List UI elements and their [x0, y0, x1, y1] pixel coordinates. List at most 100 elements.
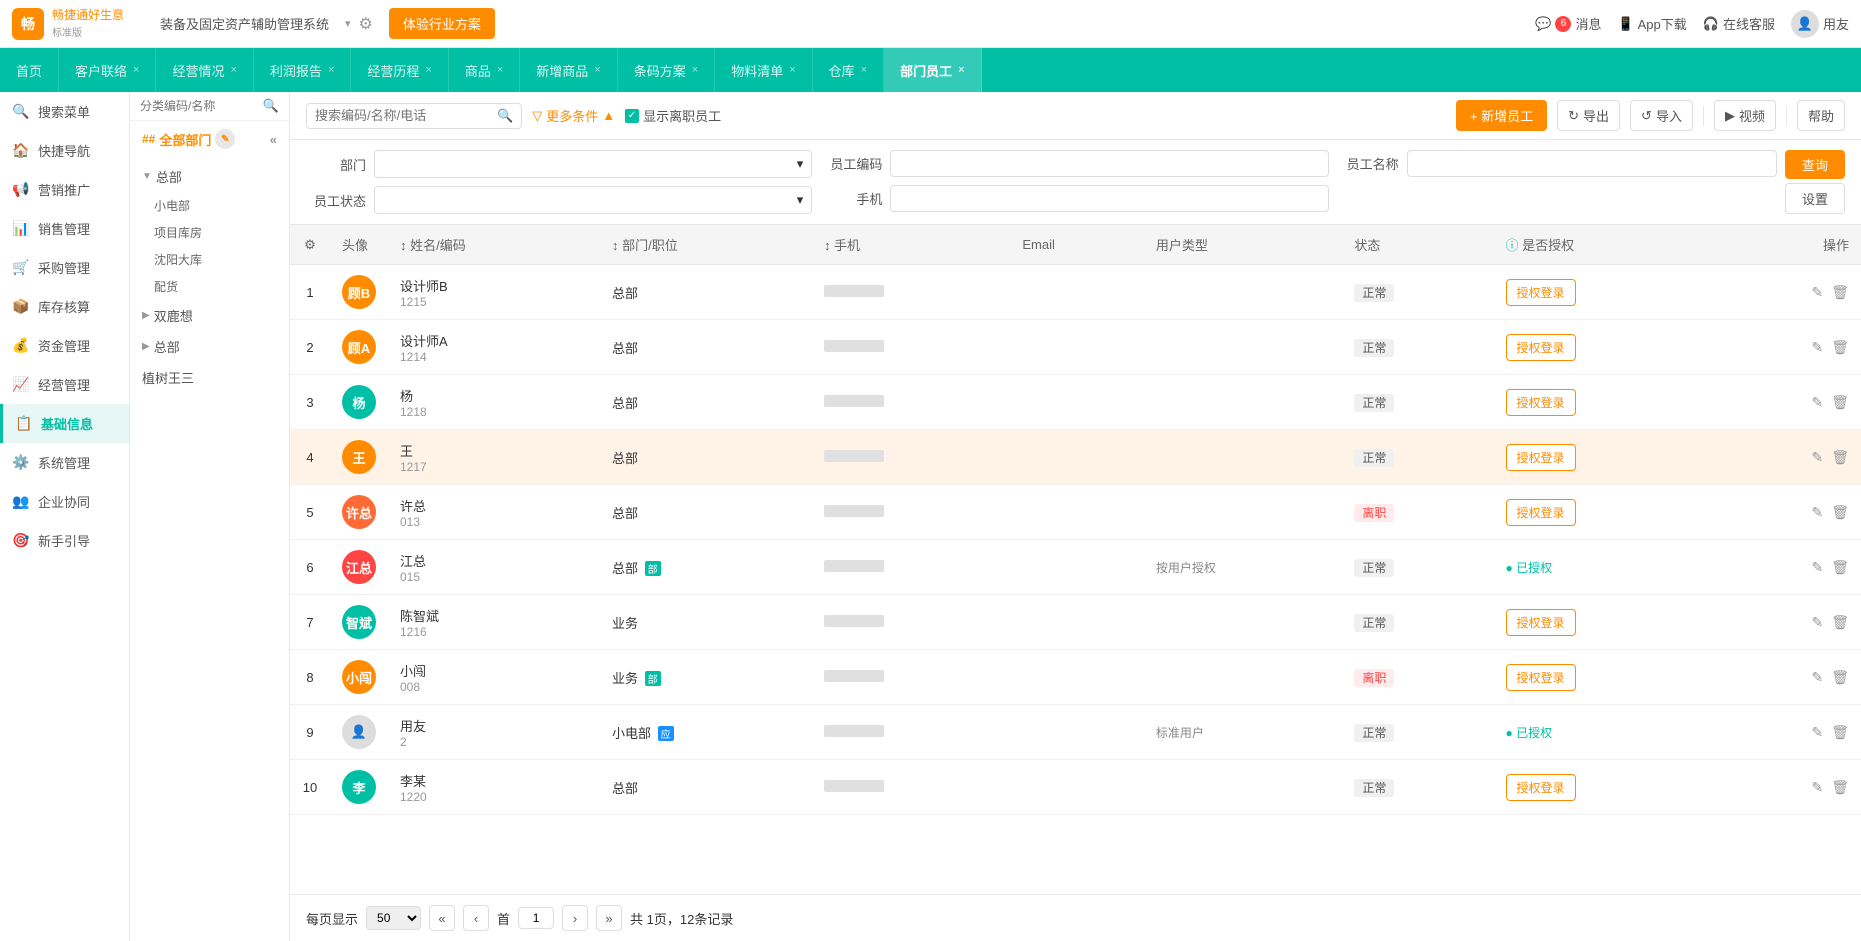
- dept-collapse-icon[interactable]: «: [270, 132, 277, 147]
- close-tab-icon[interactable]: ×: [133, 64, 139, 76]
- authorize-button[interactable]: 授权登录: [1506, 389, 1576, 416]
- tab-customer[interactable]: 客户联络 ×: [59, 48, 156, 92]
- dept-group-header-zhishu[interactable]: 植树王三: [130, 362, 289, 393]
- delete-icon[interactable]: 🗑: [1831, 559, 1849, 576]
- phone-input[interactable]: [890, 185, 1328, 212]
- search-input[interactable]: [315, 108, 491, 123]
- emp-status-select[interactable]: ▾: [374, 186, 812, 214]
- authorize-button[interactable]: 授权登录: [1506, 774, 1576, 801]
- authorize-button[interactable]: 授权登录: [1506, 334, 1576, 361]
- sidebar-item-sales[interactable]: 📊 销售管理: [0, 209, 129, 248]
- tab-warehouse[interactable]: 仓库 ×: [813, 48, 884, 92]
- tab-dept-staff[interactable]: 部门员工 ×: [884, 48, 981, 92]
- edit-icon[interactable]: ✎: [1811, 339, 1823, 356]
- dept-select[interactable]: ▾: [374, 150, 812, 178]
- th-name[interactable]: ↕ 姓名/编码: [388, 225, 600, 265]
- dept-child-project[interactable]: 项目库房: [130, 219, 289, 246]
- close-tab-icon[interactable]: ×: [230, 64, 236, 76]
- next-page-button[interactable]: ›: [562, 905, 588, 931]
- close-tab-icon[interactable]: ×: [861, 64, 867, 76]
- tab-new-goods[interactable]: 新增商品 ×: [520, 48, 617, 92]
- dept-child-xiaodian[interactable]: 小电部: [130, 192, 289, 219]
- delete-icon[interactable]: 🗑: [1831, 779, 1849, 796]
- add-employee-button[interactable]: + 新增员工: [1456, 100, 1547, 131]
- show-resigned-toggle[interactable]: ✓ 显示离职员工: [625, 106, 721, 125]
- edit-icon[interactable]: ✎: [1811, 284, 1823, 301]
- tab-profit[interactable]: 利润报告 ×: [254, 48, 351, 92]
- dept-edit-icon[interactable]: ✎: [215, 129, 235, 149]
- th-phone[interactable]: ↕ 手机: [812, 225, 1010, 265]
- sidebar-item-search[interactable]: 🔍 搜索菜单: [0, 92, 129, 131]
- per-page-select[interactable]: 50 20 100: [366, 906, 421, 930]
- search-button[interactable]: 查询: [1785, 150, 1845, 179]
- tab-bom[interactable]: 物料清单 ×: [715, 48, 812, 92]
- export-button[interactable]: ↻ 导出: [1557, 100, 1620, 131]
- sidebar-item-mgmt[interactable]: 📈 经营管理: [0, 365, 129, 404]
- try-industry-button[interactable]: 体验行业方案: [389, 8, 495, 39]
- edit-icon[interactable]: ✎: [1811, 724, 1823, 741]
- edit-icon[interactable]: ✎: [1811, 559, 1823, 576]
- authorize-button[interactable]: 授权登录: [1506, 444, 1576, 471]
- th-auth[interactable]: ⓘ 是否授权: [1494, 225, 1716, 265]
- first-page-button[interactable]: «: [429, 905, 455, 931]
- sidebar-item-collab[interactable]: 👥 企业协同: [0, 482, 129, 521]
- close-tab-icon[interactable]: ×: [789, 64, 795, 76]
- video-button[interactable]: ▶ 视频: [1714, 100, 1776, 131]
- sidebar-item-marketing[interactable]: 📢 营销推广: [0, 170, 129, 209]
- delete-icon[interactable]: 🗑: [1831, 614, 1849, 631]
- prev-page-button[interactable]: ‹: [463, 905, 489, 931]
- user-menu[interactable]: 👤 用友: [1791, 10, 1849, 38]
- service-button[interactable]: 🎧 在线客服: [1703, 14, 1775, 33]
- delete-icon[interactable]: 🗑: [1831, 504, 1849, 521]
- close-tab-icon[interactable]: ×: [497, 64, 503, 76]
- search-icon[interactable]: 🔍: [497, 108, 513, 124]
- edit-icon[interactable]: ✎: [1811, 504, 1823, 521]
- sidebar-item-inventory[interactable]: 📦 库存核算: [0, 287, 129, 326]
- dept-group-header-zongbu[interactable]: ▼ 总部: [130, 161, 289, 192]
- delete-icon[interactable]: 🗑: [1831, 669, 1849, 686]
- edit-icon[interactable]: ✎: [1811, 614, 1823, 631]
- dept-child-shenyang[interactable]: 沈阳大库: [130, 246, 289, 273]
- tab-business[interactable]: 经营情况 ×: [156, 48, 253, 92]
- tab-goods[interactable]: 商品 ×: [449, 48, 520, 92]
- close-tab-icon[interactable]: ×: [594, 64, 600, 76]
- app-download-button[interactable]: 📱 App下载: [1617, 14, 1686, 33]
- dept-child-peihuo[interactable]: 配货: [130, 273, 289, 300]
- dept-group-header-shuanglu[interactable]: ▶ 双鹿想: [130, 300, 289, 331]
- authorize-button[interactable]: 授权登录: [1506, 609, 1576, 636]
- delete-icon[interactable]: 🗑: [1831, 339, 1849, 356]
- th-gear[interactable]: ⚙: [290, 225, 330, 265]
- tab-history[interactable]: 经营历程 ×: [351, 48, 448, 92]
- import-button[interactable]: ↺ 导入: [1630, 100, 1693, 131]
- settings-button[interactable]: 设置: [1785, 183, 1845, 214]
- sidebar-item-purchase[interactable]: 🛒 采购管理: [0, 248, 129, 287]
- authorize-button[interactable]: 授权登录: [1506, 664, 1576, 691]
- emp-name-input[interactable]: [1407, 150, 1777, 177]
- sidebar-item-basic[interactable]: 📋 基础信息: [0, 404, 129, 443]
- message-button[interactable]: 💬 6 消息: [1535, 14, 1601, 33]
- more-filter-button[interactable]: ▽ 更多条件 ▲: [532, 106, 615, 125]
- dept-group-header-zongbu2[interactable]: ▶ 总部: [130, 331, 289, 362]
- sidebar-item-system[interactable]: ⚙️ 系统管理: [0, 443, 129, 482]
- close-tab-active-icon[interactable]: ×: [958, 64, 964, 76]
- delete-icon[interactable]: 🗑: [1831, 394, 1849, 411]
- dropdown-arrow-icon[interactable]: ▾: [345, 17, 351, 30]
- edit-icon[interactable]: ✎: [1811, 449, 1823, 466]
- close-tab-icon[interactable]: ×: [692, 64, 698, 76]
- sidebar-item-nav[interactable]: 🏠 快捷导航: [0, 131, 129, 170]
- edit-icon[interactable]: ✎: [1811, 394, 1823, 411]
- authorize-button[interactable]: 授权登录: [1506, 499, 1576, 526]
- edit-icon[interactable]: ✎: [1811, 669, 1823, 686]
- delete-icon[interactable]: 🗑: [1831, 449, 1849, 466]
- close-tab-icon[interactable]: ×: [425, 64, 431, 76]
- tab-barcode[interactable]: 条码方案 ×: [618, 48, 715, 92]
- delete-icon[interactable]: 🗑: [1831, 724, 1849, 741]
- last-page-button[interactable]: »: [596, 905, 622, 931]
- dept-all-button[interactable]: ## 全部部门 ✎ «: [130, 121, 289, 157]
- delete-icon[interactable]: 🗑: [1831, 284, 1849, 301]
- settings-icon[interactable]: ⚙: [359, 14, 373, 34]
- page-input[interactable]: [518, 907, 554, 929]
- authorize-button[interactable]: 授权登录: [1506, 279, 1576, 306]
- emp-code-input[interactable]: [890, 150, 1328, 177]
- sidebar-item-guide[interactable]: 🎯 新手引导: [0, 521, 129, 560]
